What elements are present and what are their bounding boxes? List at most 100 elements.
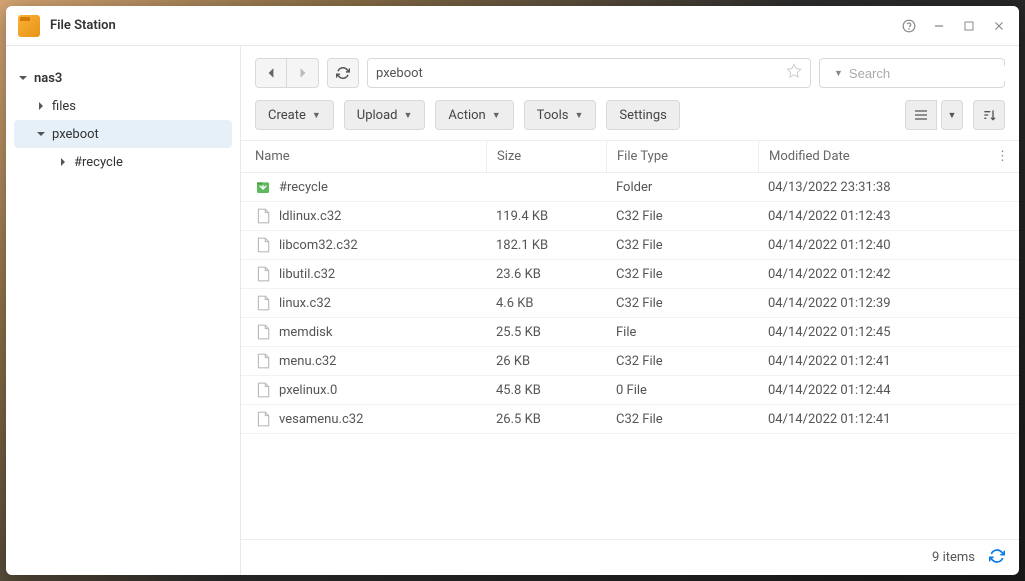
tree-item-label: #recycle: [74, 155, 123, 170]
file-date: 04/14/2022 01:12:45: [758, 325, 1019, 340]
file-row[interactable]: libutil.c32 23.6 KBC32 File04/14/2022 01:…: [241, 260, 1019, 289]
search-dropdown-icon[interactable]: ▼: [834, 68, 843, 79]
file-row[interactable]: pxelinux.045.8 KB0 File04/14/2022 01:12:…: [241, 376, 1019, 405]
file-type: File: [606, 325, 758, 340]
file-type: C32 File: [606, 354, 758, 369]
path-current: pxeboot: [376, 66, 423, 81]
tools-button[interactable]: Tools▼: [524, 100, 597, 130]
sidebar-item-files[interactable]: files: [6, 92, 240, 120]
tree-root-label: nas3: [34, 71, 62, 86]
maximize-button[interactable]: [961, 18, 977, 34]
sidebar-item-pxeboot[interactable]: pxeboot: [14, 120, 232, 148]
path-bar[interactable]: pxeboot: [367, 58, 811, 88]
file-size: 23.6 KB: [486, 267, 606, 282]
file-size: 45.8 KB: [486, 383, 606, 398]
create-button[interactable]: Create▼: [255, 100, 334, 130]
file-icon: [255, 295, 271, 311]
file-station-window: File Station nas3 filespxeboo: [6, 6, 1019, 575]
file-size: 182.1 KB: [486, 238, 606, 253]
file-date: 04/14/2022 01:12:43: [758, 209, 1019, 224]
file-name: libcom32.c32: [279, 238, 358, 253]
nav-forward-button[interactable]: [287, 58, 319, 88]
statusbar-refresh-button[interactable]: [989, 548, 1005, 568]
file-name: ldlinux.c32: [279, 209, 341, 224]
file-type: C32 File: [606, 267, 758, 282]
help-button[interactable]: [901, 18, 917, 34]
view-list-button[interactable]: [905, 100, 937, 130]
sort-button[interactable]: [973, 100, 1005, 130]
file-name: vesamenu.c32: [279, 412, 363, 427]
statusbar: 9 items: [241, 539, 1019, 575]
file-size: 4.6 KB: [486, 296, 606, 311]
main-panel: pxeboot ▼ Create▼ Upload▼ Action▼ Tools▼…: [241, 46, 1019, 575]
file-name: #recycle: [279, 180, 328, 195]
file-row[interactable]: vesamenu.c32 26.5 KBC32 File04/14/2022 01…: [241, 405, 1019, 434]
item-count: 9 items: [932, 550, 975, 565]
file-date: 04/14/2022 01:12:41: [758, 412, 1019, 427]
refresh-button[interactable]: [327, 58, 359, 88]
file-date: 04/14/2022 01:12:42: [758, 267, 1019, 282]
file-date: 04/14/2022 01:12:44: [758, 383, 1019, 398]
app-icon: [18, 15, 40, 37]
column-headers: Name Size File Type Modified Date ⋮: [241, 141, 1019, 173]
settings-button[interactable]: Settings: [606, 100, 679, 130]
file-name: linux.c32: [279, 296, 331, 311]
file-type: Folder: [606, 180, 758, 195]
file-row[interactable]: menu.c32 26 KBC32 File04/14/2022 01:12:41: [241, 347, 1019, 376]
nav-back-button[interactable]: [255, 58, 287, 88]
file-icon: [255, 266, 271, 282]
file-date: 04/14/2022 01:12:40: [758, 238, 1019, 253]
file-size: 26.5 KB: [486, 412, 606, 427]
file-type: C32 File: [606, 238, 758, 253]
file-icon: [255, 382, 271, 398]
file-name: libutil.c32: [279, 267, 335, 282]
file-type: C32 File: [606, 296, 758, 311]
sidebar-item-recycle[interactable]: #recycle: [6, 148, 240, 176]
col-header-type[interactable]: File Type: [606, 141, 758, 172]
file-icon: [255, 411, 271, 427]
folder-icon: [255, 179, 271, 195]
upload-button[interactable]: Upload▼: [344, 100, 426, 130]
app-title: File Station: [50, 18, 901, 33]
file-list: Name Size File Type Modified Date ⋮ #rec…: [241, 140, 1019, 539]
column-menu-icon[interactable]: ⋮: [996, 149, 1009, 164]
chevron-icon: [34, 99, 48, 113]
file-row[interactable]: #recycle Folder04/13/2022 23:31:38: [241, 173, 1019, 202]
file-icon: [255, 237, 271, 253]
file-date: 04/13/2022 23:31:38: [758, 180, 1019, 195]
file-size: 119.4 KB: [486, 209, 606, 224]
file-name: pxelinux.0: [279, 383, 337, 398]
search-input[interactable]: [849, 66, 1019, 81]
search-box[interactable]: ▼: [819, 58, 1005, 88]
file-date: 04/14/2022 01:12:41: [758, 354, 1019, 369]
chevron-icon: [56, 155, 70, 169]
file-type: C32 File: [606, 412, 758, 427]
col-header-date[interactable]: Modified Date: [758, 141, 1019, 172]
chevron-icon: [34, 127, 48, 141]
sidebar: nas3 files pxeboot #recycle: [6, 46, 241, 575]
action-button[interactable]: Action▼: [435, 100, 513, 130]
file-row[interactable]: ldlinux.c32 119.4 KBC32 File04/14/2022 01…: [241, 202, 1019, 231]
col-header-name[interactable]: Name: [241, 149, 486, 164]
file-name: memdisk: [279, 325, 333, 340]
file-date: 04/14/2022 01:12:39: [758, 296, 1019, 311]
minimize-button[interactable]: [931, 18, 947, 34]
titlebar: File Station: [6, 6, 1019, 46]
file-icon: [255, 208, 271, 224]
file-icon: [255, 324, 271, 340]
file-type: C32 File: [606, 209, 758, 224]
chevron-down-icon: [16, 71, 30, 85]
tree-root[interactable]: nas3: [6, 64, 240, 92]
file-icon: [255, 353, 271, 369]
file-size: 26 KB: [486, 354, 606, 369]
close-button[interactable]: [991, 18, 1007, 34]
file-row[interactable]: memdisk 25.5 KBFile04/14/2022 01:12:45: [241, 318, 1019, 347]
file-size: 25.5 KB: [486, 325, 606, 340]
col-header-size[interactable]: Size: [486, 141, 606, 172]
file-row[interactable]: linux.c32 4.6 KBC32 File04/14/2022 01:12:…: [241, 289, 1019, 318]
favorite-star-icon[interactable]: [786, 63, 802, 83]
file-name: menu.c32: [279, 354, 336, 369]
file-row[interactable]: libcom32.c32 182.1 KBC32 File04/14/2022 0…: [241, 231, 1019, 260]
view-dropdown-button[interactable]: ▼: [941, 100, 963, 130]
tree-item-label: files: [52, 99, 76, 114]
